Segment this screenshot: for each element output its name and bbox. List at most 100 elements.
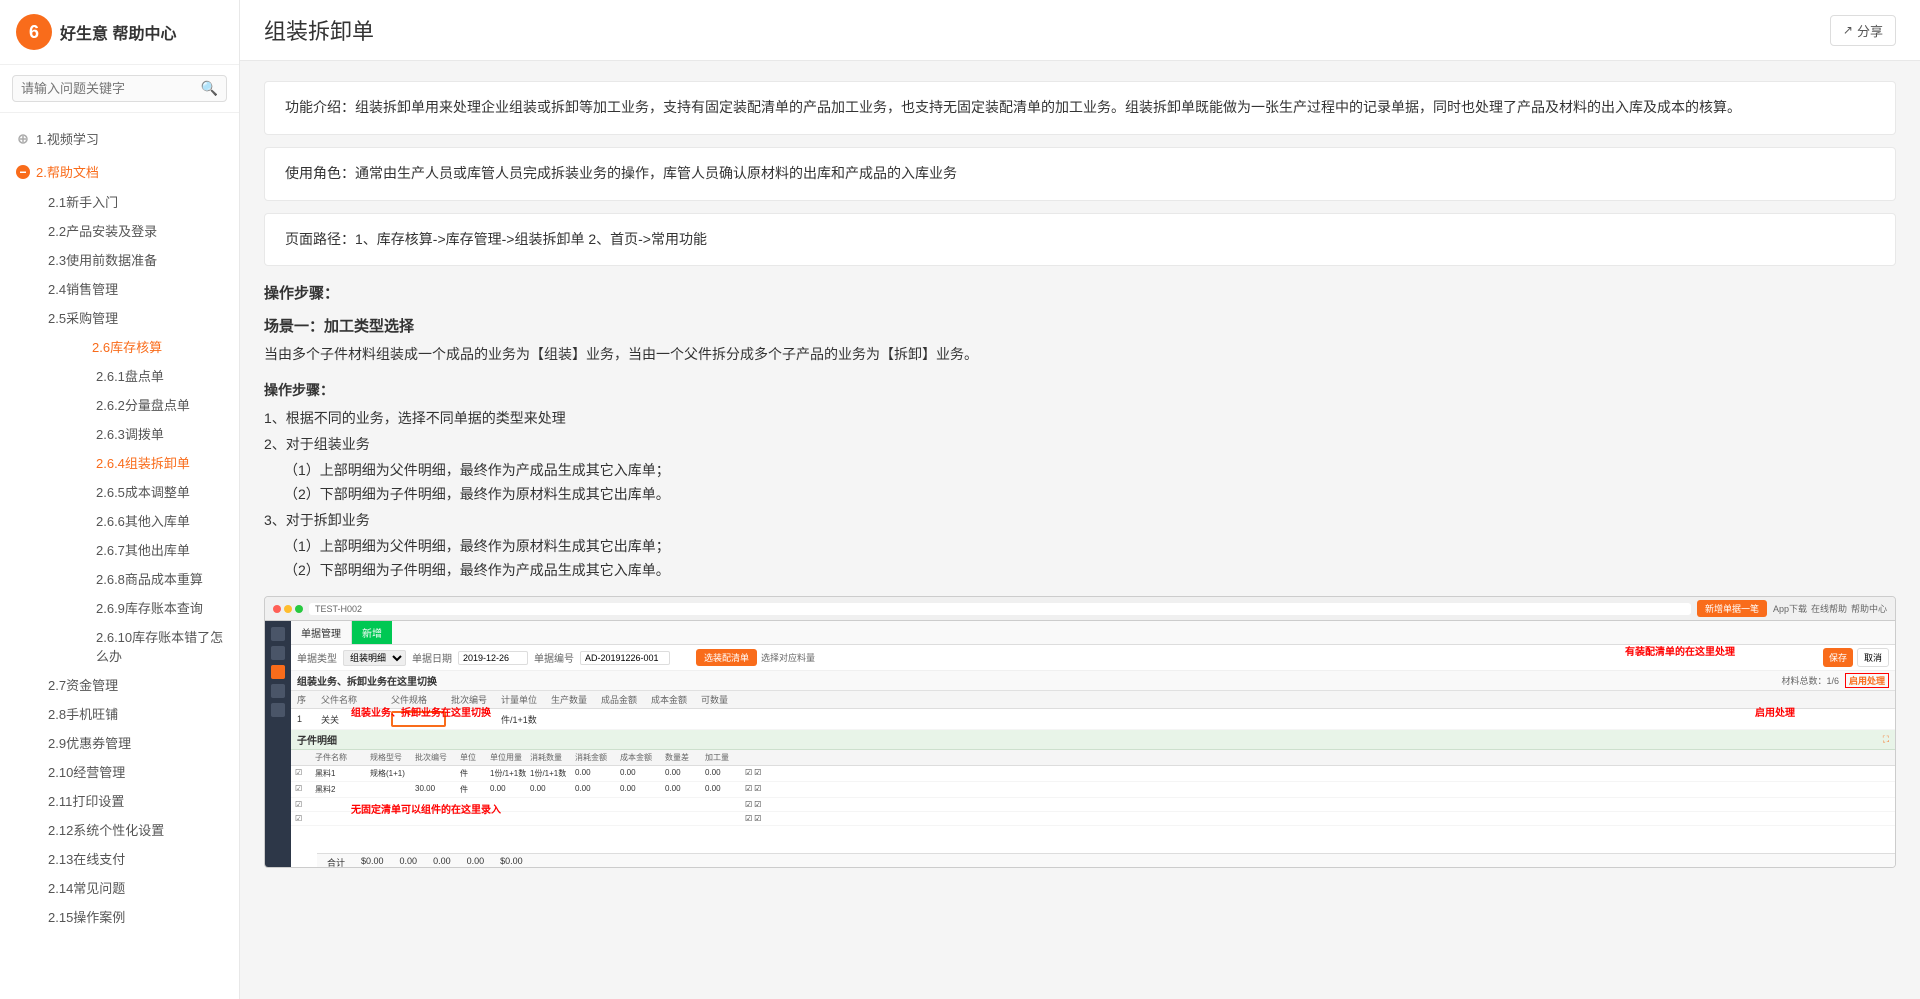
sidebar-item-2-8[interactable]: 2.8手机旺铺 [36, 699, 239, 728]
sidebar-item-2-12[interactable]: 2.12系统个性化设置 [36, 815, 239, 844]
sidebar-item-2-15[interactable]: 2.15操作案例 [36, 902, 239, 931]
annotation-switch: 组装业务、拆卸业务在这里切换 [351, 704, 491, 719]
mock-bom-btn-area: 选装配清单 选择对应料量 [696, 649, 815, 666]
sidebar-item-2-6-6[interactable]: 2.6.6其他入库单 [88, 506, 239, 535]
mock-bom-btn[interactable]: 选装配清单 [696, 649, 757, 666]
nav-sub-items-2: 2.1新手入门 2.2产品安装及登录 2.3使用前数据准备 2.4销售管理 2.… [0, 187, 239, 931]
logo-icon: 6 [16, 14, 52, 50]
mock-billno-input[interactable] [580, 651, 670, 665]
screenshot-container: TEST-H002 新增单据一笔 App下载在线帮助帮助中心 [264, 596, 1896, 868]
mock-cancel-btn[interactable]: 取消 [1857, 648, 1889, 667]
collapse-icon-2-6 [72, 338, 86, 355]
share-label: 分享 [1857, 21, 1883, 40]
sidebar-item-2-6-8[interactable]: 2.6.8商品成本重算 [88, 564, 239, 593]
search-input[interactable] [21, 81, 201, 96]
feature-desc-text: 功能介绍：组装拆卸单用来处理企业组装或拆卸等加工业务，支持有固定装配清单的产品加… [285, 99, 1741, 115]
share-button[interactable]: ↗ 分享 [1830, 15, 1896, 46]
nav-section-2: 2.帮助文档 2.1新手入门 2.2产品安装及登录 2.3使用前数据准备 2.4… [0, 156, 239, 931]
sidebar-label-2-7: 2.7资金管理 [48, 678, 118, 693]
share-icon: ↗ [1843, 23, 1853, 37]
sidebar-item-2-11[interactable]: 2.11打印设置 [36, 786, 239, 815]
annotation-enable: 启用处理 [1755, 704, 1795, 719]
sidebar-item-2-6-9[interactable]: 2.6.9库存账本查询 [88, 593, 239, 622]
sidebar-item-2-6-7[interactable]: 2.6.7其他出库单 [88, 535, 239, 564]
sidebar-label-2: 2.帮助文档 [36, 162, 99, 181]
sidebar-item-2-6-4[interactable]: 2.6.4组装拆卸单 [88, 448, 239, 477]
logo-area: 6 好生意 帮助中心 [0, 0, 239, 65]
sidebar-label-2-14: 2.14常见问题 [48, 881, 125, 896]
role-desc-block: 使用角色：通常由生产人员或库管人员完成拆装业务的操作，库管人员确认原材料的出库和… [264, 147, 1896, 201]
mock-table-lower-header: 子件名称 规格型号 批次编号 单位 单位用量 消耗数量 消耗金额 成本金额 数量… [291, 750, 1895, 766]
sidebar-item-2-6-3[interactable]: 2.6.3调拨单 [88, 419, 239, 448]
mock-tab-new[interactable]: 新增 [352, 621, 392, 644]
sidebar-item-2-14[interactable]: 2.14常见问题 [36, 873, 239, 902]
sidebar-item-2-7[interactable]: 2.7资金管理 [36, 670, 239, 699]
mock-content: 单据管理 新增 单据类型 组装明细 拆卸明细 单据日期 [291, 621, 1895, 867]
nav-sub-sub-items-2-6: 2.6.1盘点单 2.6.2分量盘点单 2.6.3调拨单 2.6.4组装拆卸单 … [36, 361, 239, 670]
mock-tabs: 单据管理 新增 [291, 621, 1895, 645]
annotation-bom: 有装配清单的在这里处理 [1625, 643, 1735, 658]
mock-footer-totals: 合计 $0.00 0.00 0.00 0.00 $0.00 [317, 853, 1895, 867]
sidebar-item-2-6-10[interactable]: 2.6.10库存账本错了怎么办 [88, 622, 239, 670]
mock-lower-row4: ☑ ☑☑ [291, 812, 1895, 826]
content-area: 功能介绍：组装拆卸单用来处理企业组装或拆卸等加工业务，支持有固定装配清单的产品加… [240, 61, 1920, 999]
sidebar-label-2-3: 2.3使用前数据准备 [48, 253, 157, 268]
mock-browser-bar: TEST-H002 新增单据一笔 App下载在线帮助帮助中心 [265, 597, 1895, 621]
mock-lower-row2: ☑ 黑料2 30.00 件 0.00 0.00 0.000.00 0.000.0… [291, 782, 1895, 798]
path-desc-text: 页面路径：1、库存核算->库存管理->组装拆卸单 2、首页->常用功能 [285, 231, 707, 247]
sidebar-item-2-6[interactable]: 2.6库存核算 [36, 332, 239, 361]
sidebar-item-2[interactable]: 2.帮助文档 [0, 156, 239, 187]
mock-tab-list[interactable]: 单据管理 [291, 621, 352, 644]
sidebar-item-2-2[interactable]: 2.2产品安装及登录 [36, 216, 239, 245]
mock-sidebar [265, 621, 291, 867]
sidebar-item-2-1[interactable]: 2.1新手入门 [36, 187, 239, 216]
sidebar-item-2-6-5[interactable]: 2.6.5成本调整单 [88, 477, 239, 506]
sidebar-item-2-6-2[interactable]: 2.6.2分量盘点单 [88, 390, 239, 419]
sidebar-item-1[interactable]: 1.视频学习 [0, 123, 239, 154]
mock-expand-btn[interactable]: ⛶ [1883, 734, 1889, 745]
mock-app-layout: 单据管理 新增 单据类型 组装明细 拆卸明细 单据日期 [265, 621, 1895, 867]
sidebar-item-2-13[interactable]: 2.13在线支付 [36, 844, 239, 873]
mock-save-btn[interactable]: 保存 [1823, 648, 1853, 667]
sidebar-label-2-10: 2.10经营管理 [48, 765, 125, 780]
sidebar-label-2-9: 2.9优惠券管理 [48, 736, 131, 751]
mock-action-btns: 保存 取消 [1823, 648, 1889, 667]
search-area: 🔍 [0, 65, 239, 113]
mock-new-btn[interactable]: 新增单据一笔 [1697, 600, 1767, 617]
mock-lower-row1: ☑ 黑料1 规格(1+1) 件 1份/1+1数 1份/1+1数 0.000.00… [291, 766, 1895, 782]
sidebar-label-2-5: 2.5采购管理 [48, 311, 118, 326]
role-desc-text: 使用角色：通常由生产人员或库管人员完成拆装业务的操作，库管人员确认原材料的出库和… [285, 165, 957, 181]
screenshot-inner: TEST-H002 新增单据一笔 App下载在线帮助帮助中心 [265, 597, 1895, 867]
sidebar-label-2-12: 2.12系统个性化设置 [48, 823, 164, 838]
main-header: 组装拆卸单 ↗ 分享 [240, 0, 1920, 61]
ops-steps-title2: 操作步骤： [264, 380, 1896, 400]
step1: 1、根据不同的业务，选择不同单据的类型来处理 [264, 408, 1896, 428]
step3: 3、对于拆卸业务 [264, 510, 1896, 530]
search-input-box[interactable]: 🔍 [12, 75, 227, 102]
sidebar-item-2-5[interactable]: 2.5采购管理 [36, 303, 239, 332]
mock-type-select[interactable]: 组装明细 拆卸明细 [343, 650, 406, 666]
mock-upper-section-header: 组装业务、拆卸业务在这里切换 材料总数：1/6 启用处理 [291, 671, 1895, 691]
nav-tree: 1.视频学习 2.帮助文档 2.1新手入门 2.2产品安装及登录 2.3使用前数… [0, 113, 239, 999]
feature-desc-block: 功能介绍：组装拆卸单用来处理企业组装或拆卸等加工业务，支持有固定装配清单的产品加… [264, 81, 1896, 135]
nav-section-1: 1.视频学习 [0, 123, 239, 154]
sidebar-label-2-11: 2.11打印设置 [48, 794, 124, 809]
sidebar-label-1: 1.视频学习 [36, 129, 99, 148]
scene1-title: 场景一：加工类型选择 [264, 315, 1896, 336]
step2-2: （2）下部明细为子件明细，最终作为原材料生成其它出库单。 [284, 484, 1896, 504]
sidebar-item-2-3[interactable]: 2.3使用前数据准备 [36, 245, 239, 274]
mock-lower-section-header: 子件明细 ⛶ [291, 730, 1895, 750]
step3-1: （1）上部明细为父件明细，最终作为原材料生成其它出库单； [284, 536, 1896, 556]
scene1-desc: 当由多个子件材料组装成一个成品的业务为【组装】业务，当由一个父件拆分成多个子产品… [264, 344, 1896, 364]
sidebar-item-2-9[interactable]: 2.9优惠券管理 [36, 728, 239, 757]
sidebar-label-2-1: 2.1新手入门 [48, 195, 118, 210]
sidebar-item-2-4[interactable]: 2.4销售管理 [36, 274, 239, 303]
path-desc-block: 页面路径：1、库存核算->库存管理->组装拆卸单 2、首页->常用功能 [264, 213, 1896, 267]
sidebar-item-2-10[interactable]: 2.10经营管理 [36, 757, 239, 786]
sidebar-label-2-13: 2.13在线支付 [48, 852, 125, 867]
sidebar-label-2-2: 2.2产品安装及登录 [48, 224, 157, 239]
mock-table-upper-row1: 1 关关 件/1+1数 [291, 709, 1895, 730]
sidebar-item-2-6-1[interactable]: 2.6.1盘点单 [88, 361, 239, 390]
mock-date-input[interactable] [458, 651, 528, 665]
mock-lower-row3: ☑ ☑☑ [291, 798, 1895, 812]
